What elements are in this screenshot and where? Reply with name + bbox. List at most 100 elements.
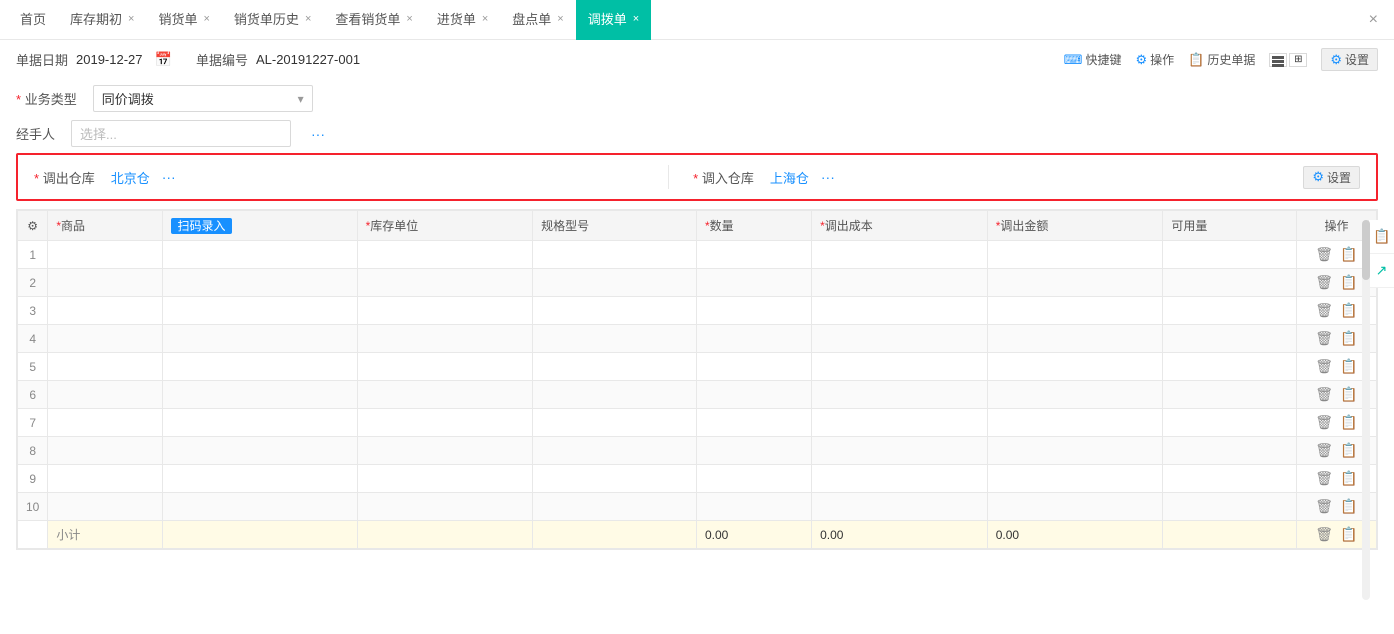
delete-icon[interactable]: 🗑	[1315, 302, 1333, 318]
scrollbar-track[interactable]	[1362, 220, 1370, 600]
delete-icon[interactable]: 🗑	[1315, 246, 1333, 262]
delete-icon[interactable]: 🗑	[1315, 386, 1333, 402]
cell-qty	[697, 381, 812, 409]
copy-icon[interactable]: 📋	[1340, 358, 1357, 374]
business-type-select[interactable]: 同价调拨 ▾	[93, 85, 313, 112]
cell-qty	[697, 437, 812, 465]
window-close-icon[interactable]: ×	[1361, 11, 1386, 29]
handler-label: 经手人	[16, 124, 55, 143]
cell-product[interactable]	[48, 353, 163, 381]
cell-product[interactable]	[48, 465, 163, 493]
copy-icon[interactable]: 📋	[1340, 302, 1357, 318]
cell-product[interactable]	[48, 269, 163, 297]
copy-icon[interactable]: 📋	[1340, 274, 1357, 290]
date-label: 单据日期	[16, 50, 68, 69]
tab-inventory-init[interactable]: 库存期初 ×	[58, 0, 146, 40]
copy-icon[interactable]: 📋	[1340, 414, 1357, 430]
cell-amount	[987, 353, 1163, 381]
table-row: 3 🗑 📋	[18, 297, 1377, 325]
right-panel-notes-icon[interactable]: 📋	[1369, 220, 1394, 254]
shortcut-btn[interactable]: ⌨ 快捷键	[1064, 51, 1122, 68]
cell-available	[1163, 409, 1297, 437]
cell-cost	[812, 297, 988, 325]
cell-product[interactable]	[48, 409, 163, 437]
cell-available	[1163, 269, 1297, 297]
cell-product[interactable]	[48, 437, 163, 465]
col-spec: 规格型号	[533, 211, 697, 241]
delete-icon[interactable]: 🗑	[1315, 498, 1333, 514]
cell-product[interactable]	[48, 297, 163, 325]
copy-icon[interactable]: 📋	[1340, 442, 1357, 458]
warehouse-in-more-btn[interactable]: ···	[821, 169, 835, 185]
calendar-icon[interactable]: 📅	[155, 51, 172, 68]
close-icon[interactable]: ×	[482, 13, 488, 25]
cell-product[interactable]	[48, 241, 163, 269]
copy-icon[interactable]: 📋	[1340, 246, 1357, 262]
cell-scan	[163, 353, 357, 381]
cell-amount: 0.00	[987, 521, 1163, 549]
tab-stocktake[interactable]: 盘点单 ×	[500, 0, 575, 40]
delete-icon[interactable]: 🗑	[1315, 274, 1333, 290]
delete-icon[interactable]: 🗑	[1315, 526, 1333, 542]
delete-icon[interactable]: 🗑	[1315, 442, 1333, 458]
warehouse-out-more-btn[interactable]: ···	[162, 169, 176, 185]
table-row: 1 🗑 📋	[18, 241, 1377, 269]
row-number: 8	[18, 437, 48, 465]
delete-icon[interactable]: 🗑	[1315, 358, 1333, 374]
tab-transfer[interactable]: 调拨单 ×	[576, 0, 651, 40]
close-icon[interactable]: ×	[633, 13, 639, 25]
col-settings[interactable]: ⚙	[18, 211, 48, 241]
cell-product[interactable]	[48, 493, 163, 521]
copy-icon[interactable]: 📋	[1340, 498, 1357, 514]
row-number	[18, 521, 48, 549]
right-panel-export-icon[interactable]: ↗	[1369, 254, 1394, 288]
close-icon[interactable]: ×	[203, 13, 209, 25]
cell-scan	[163, 437, 357, 465]
view-grid-icon[interactable]: ⊞	[1289, 53, 1307, 67]
close-icon[interactable]: ×	[305, 13, 311, 25]
copy-icon[interactable]: 📋	[1340, 470, 1357, 486]
handler-select[interactable]: 选择...	[71, 120, 291, 147]
tab-purchase[interactable]: 进货单 ×	[425, 0, 500, 40]
cell-spec	[533, 437, 697, 465]
tab-sales-history[interactable]: 销货单历史 ×	[222, 0, 323, 40]
close-icon[interactable]: ×	[128, 13, 134, 25]
cell-scan	[163, 465, 357, 493]
cell-amount	[987, 381, 1163, 409]
cell-spec	[533, 353, 697, 381]
copy-icon[interactable]: 📋	[1340, 330, 1357, 346]
scan-btn[interactable]: 扫码录入	[171, 218, 231, 234]
delete-icon[interactable]: 🗑	[1315, 414, 1333, 430]
cell-product[interactable]	[48, 381, 163, 409]
row-number: 3	[18, 297, 48, 325]
cell-unit	[357, 241, 533, 269]
view-list-icon[interactable]	[1269, 53, 1287, 67]
cell-spec	[533, 409, 697, 437]
warehouse-settings-btn[interactable]: ⚙ 设置	[1303, 166, 1360, 189]
tab-sales-order[interactable]: 销货单 ×	[146, 0, 221, 40]
copy-icon[interactable]: 📋	[1340, 386, 1357, 402]
operation-btn[interactable]: ⚙ 操作	[1135, 51, 1174, 68]
divider	[668, 165, 669, 189]
cell-qty: 0.00	[697, 521, 812, 549]
cell-scan	[163, 381, 357, 409]
cell-available	[1163, 437, 1297, 465]
col-available: 可用量	[1163, 211, 1297, 241]
tab-home[interactable]: 首页	[8, 0, 58, 40]
table-row: 5 🗑 📋	[18, 353, 1377, 381]
cell-product[interactable]	[48, 325, 163, 353]
cell-scan	[163, 521, 357, 549]
close-icon[interactable]: ×	[557, 13, 563, 25]
scrollbar-thumb[interactable]	[1362, 220, 1370, 280]
product-table-container: ⚙ *商品 扫码录入 *库存单位 规格型号 *数量 *调出成本 *调出金额 可用…	[16, 209, 1378, 550]
tab-view-sales[interactable]: 查看销货单 ×	[323, 0, 424, 40]
handler-more-btn[interactable]: ···	[311, 126, 325, 142]
settings-btn[interactable]: ⚙ 设置	[1321, 48, 1378, 71]
table-row: 小计 0.00 0.00 0.00 🗑 📋	[18, 521, 1377, 549]
delete-icon[interactable]: 🗑	[1315, 470, 1333, 486]
history-btn[interactable]: 📋 历史单据	[1188, 51, 1255, 68]
close-icon[interactable]: ×	[406, 13, 412, 25]
delete-icon[interactable]: 🗑	[1315, 330, 1333, 346]
cell-product[interactable]: 小计	[48, 521, 163, 549]
copy-icon[interactable]: 📋	[1340, 526, 1357, 542]
